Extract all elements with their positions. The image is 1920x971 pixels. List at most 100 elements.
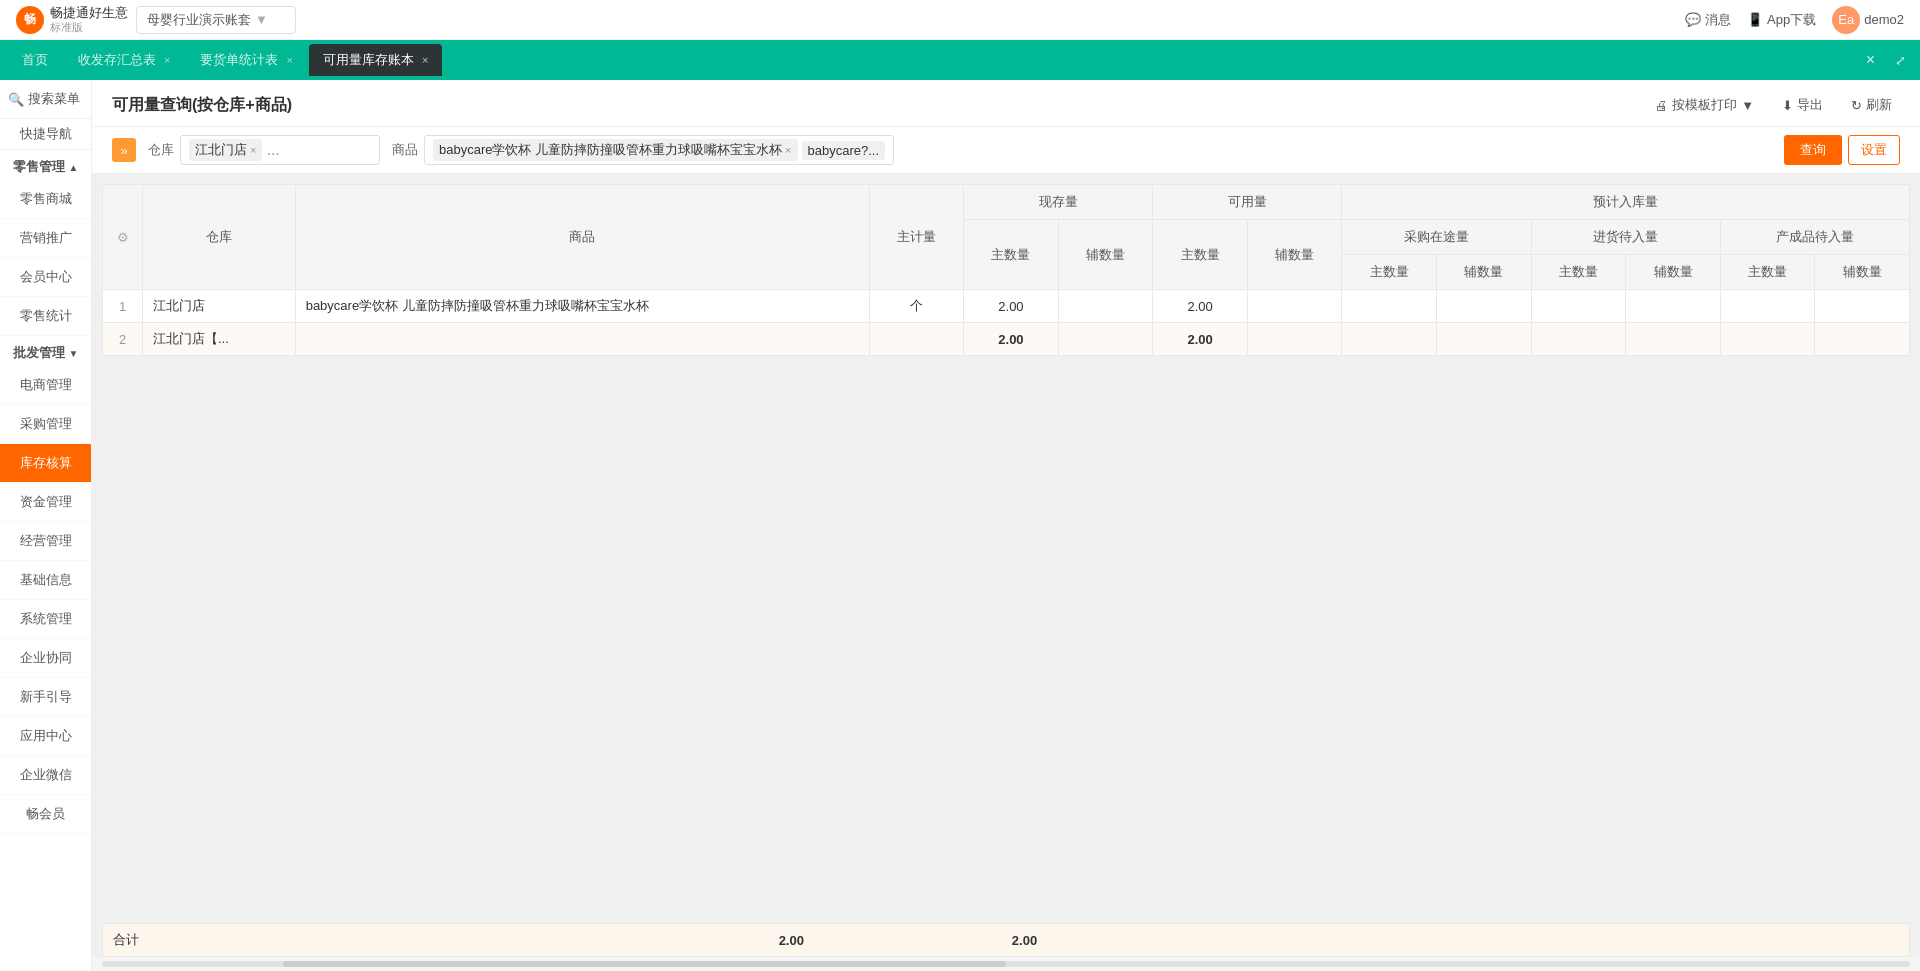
row-2-avail-aux: [1247, 323, 1342, 356]
tab-order-stats[interactable]: 要货单统计表 ×: [186, 44, 306, 76]
chevron-down-icon: ▼: [255, 12, 268, 27]
row-2-avail-main: 2.00: [1153, 323, 1248, 356]
close-tab-3[interactable]: ×: [422, 54, 428, 66]
row-1-goods-main: [1531, 290, 1626, 323]
search-menu[interactable]: 🔍 搜索菜单: [0, 80, 91, 119]
export-btn[interactable]: ⬇ 导出: [1774, 92, 1831, 118]
print-icon: 🖨: [1655, 98, 1668, 113]
sidebar-item-new-guide[interactable]: 新手引导: [0, 678, 91, 717]
col-warehouse-header: 仓库: [143, 185, 296, 290]
refresh-icon: ↻: [1851, 98, 1862, 113]
sidebar-item-ecom-mgmt[interactable]: 电商管理: [0, 366, 91, 405]
product-input[interactable]: babycare学饮杯 儿童防摔防撞吸管杯重力球吸嘴杯宝宝水杯 × babyca…: [424, 135, 894, 165]
footer-current-main: 2.00: [733, 933, 850, 948]
row-2-prod-main: [1720, 323, 1815, 356]
row-1-prod-main: [1720, 290, 1815, 323]
quick-nav[interactable]: 快捷导航: [0, 119, 91, 150]
query-btn[interactable]: 查询: [1784, 135, 1842, 165]
row-1-current-aux: [1058, 290, 1153, 323]
close-tab-1[interactable]: ×: [164, 54, 170, 66]
col-settings-header: ⚙: [103, 185, 143, 290]
header-right: 💬 消息 📱 App下载 Ea demo2: [1685, 6, 1904, 34]
tab-home[interactable]: 首页: [8, 44, 62, 76]
tab-stock-summary[interactable]: 收发存汇总表 ×: [64, 44, 184, 76]
app-download-btn[interactable]: 📱 App下载: [1747, 11, 1816, 29]
avatar: Ea: [1832, 6, 1860, 34]
table-settings-icon[interactable]: ⚙: [117, 230, 129, 245]
sidebar-item-retail-mall[interactable]: 零售商城: [0, 180, 91, 219]
row-2-warehouse: 江北门店【...: [143, 323, 296, 356]
col-production-arriving-header: 产成品待入量: [1720, 220, 1909, 255]
row-1-purchase-aux: [1437, 290, 1532, 323]
expand-tabs[interactable]: ⤢: [1889, 49, 1912, 72]
row-2-current-main: 2.00: [964, 323, 1059, 356]
sidebar-item-business-mgmt[interactable]: 经营管理: [0, 522, 91, 561]
row-1-purchase-main: [1342, 290, 1437, 323]
sidebar-item-inventory-check[interactable]: 库存核算: [0, 444, 91, 483]
page-title: 可用量查询(按仓库+商品): [112, 95, 292, 116]
message-btn[interactable]: 💬 消息: [1685, 11, 1731, 29]
row-2-goods-main: [1531, 323, 1626, 356]
sidebar-item-purchase-mgmt[interactable]: 采购管理: [0, 405, 91, 444]
row-1-num: 1: [103, 290, 143, 323]
sidebar-item-enterprise-collab[interactable]: 企业协同: [0, 639, 91, 678]
settings-btn[interactable]: 设置: [1848, 135, 1900, 165]
table-row: 2 江北门店【... 2.00 2.00: [103, 323, 1910, 356]
table-row: 1 江北门店 babycare学饮杯 儿童防摔防撞吸管杯重力球吸嘴杯宝宝水杯 个…: [103, 290, 1910, 323]
sidebar-item-basic-info[interactable]: 基础信息: [0, 561, 91, 600]
sidebar-item-member[interactable]: 畅会员: [0, 795, 91, 834]
header-left: 畅 畅捷通好生意 标准版 母婴行业演示账套 ▼: [16, 5, 296, 34]
col-purchase-aux-header: 辅数量: [1437, 255, 1532, 290]
remove-warehouse-tag[interactable]: ×: [250, 144, 256, 156]
col-current-stock-header: 现存量: [964, 185, 1153, 220]
nav-tabs: 首页 收发存汇总表 × 要货单统计表 × 可用量库存账本 × × ⤢: [0, 40, 1920, 80]
row-2-current-aux: [1058, 323, 1153, 356]
sidebar-item-retail-stats[interactable]: 零售统计: [0, 297, 91, 336]
close-tab-2[interactable]: ×: [286, 54, 292, 66]
horizontal-scrollbar[interactable]: [92, 957, 1920, 971]
col-purchase-main-header: 主数量: [1342, 255, 1437, 290]
sidebar-item-system-mgmt[interactable]: 系统管理: [0, 600, 91, 639]
sidebar-item-finance-mgmt[interactable]: 资金管理: [0, 483, 91, 522]
row-2-purchase-aux: [1437, 323, 1532, 356]
sidebar-item-member-center[interactable]: 会员中心: [0, 258, 91, 297]
table-footer: 合计 2.00 2.00: [102, 923, 1910, 957]
filter-bar: » 仓库 江北门店 × ... 商品 babycare学饮杯 儿童防摔防撞吸管杯…: [92, 127, 1920, 174]
col-avail-aux-header: 辅数量: [1247, 220, 1342, 290]
row-1-warehouse: 江北门店: [143, 290, 296, 323]
sidebar-item-retail-mgmt[interactable]: 零售管理 ▲: [0, 150, 91, 180]
arrow-icon: ▲: [69, 162, 79, 173]
footer-avail-main: 2.00: [966, 933, 1083, 948]
sidebar-item-wholesale-mgmt[interactable]: 批发管理 ▼: [0, 336, 91, 366]
col-avail-main-header: 主数量: [1153, 220, 1248, 290]
tab-available-inventory[interactable]: 可用量库存账本 ×: [309, 44, 442, 76]
print-btn[interactable]: 🖨 按模板打印 ▼: [1647, 92, 1762, 118]
col-planned-in-header: 预计入库量: [1342, 185, 1910, 220]
sidebar-item-app-center[interactable]: 应用中心: [0, 717, 91, 756]
industry-selector[interactable]: 母婴行业演示账套 ▼: [136, 6, 296, 34]
remove-product-tag1[interactable]: ×: [785, 144, 791, 156]
row-1-avail-main: 2.00: [1153, 290, 1248, 323]
warehouse-more[interactable]: ...: [266, 141, 279, 159]
user-menu[interactable]: Ea demo2: [1832, 6, 1904, 34]
mobile-icon: 📱: [1747, 12, 1763, 27]
col-purchase-transit-header: 采购在途量: [1342, 220, 1531, 255]
sidebar-item-enterprise-wechat[interactable]: 企业微信: [0, 756, 91, 795]
product-tag2: babycare?...: [802, 141, 886, 160]
refresh-btn[interactable]: ↻ 刷新: [1843, 92, 1900, 118]
content-area: 可用量查询(按仓库+商品) 🖨 按模板打印 ▼ ⬇ 导出 ↻ 刷新: [92, 80, 1920, 971]
chevron-down-icon: ▼: [1741, 98, 1754, 113]
col-goods-arriving-header: 进货待入量: [1531, 220, 1720, 255]
row-1-current-main: 2.00: [964, 290, 1059, 323]
close-all-tabs[interactable]: ×: [1860, 47, 1881, 73]
sidebar-item-marketing[interactable]: 营销推广: [0, 219, 91, 258]
row-2-num: 2: [103, 323, 143, 356]
row-1-product: babycare学饮杯 儿童防摔防撞吸管杯重力球吸嘴杯宝宝水杯: [295, 290, 869, 323]
warehouse-filter: 仓库 江北门店 × ...: [148, 135, 380, 165]
filter-expand-btn[interactable]: »: [112, 138, 136, 162]
product-filter: 商品 babycare学饮杯 儿童防摔防撞吸管杯重力球吸嘴杯宝宝水杯 × bab…: [392, 135, 894, 165]
row-1-goods-aux: [1626, 290, 1721, 323]
col-current-main-header: 主数量: [964, 220, 1059, 290]
warehouse-input[interactable]: 江北门店 × ...: [180, 135, 380, 165]
scroll-thumb[interactable]: [283, 961, 1006, 967]
